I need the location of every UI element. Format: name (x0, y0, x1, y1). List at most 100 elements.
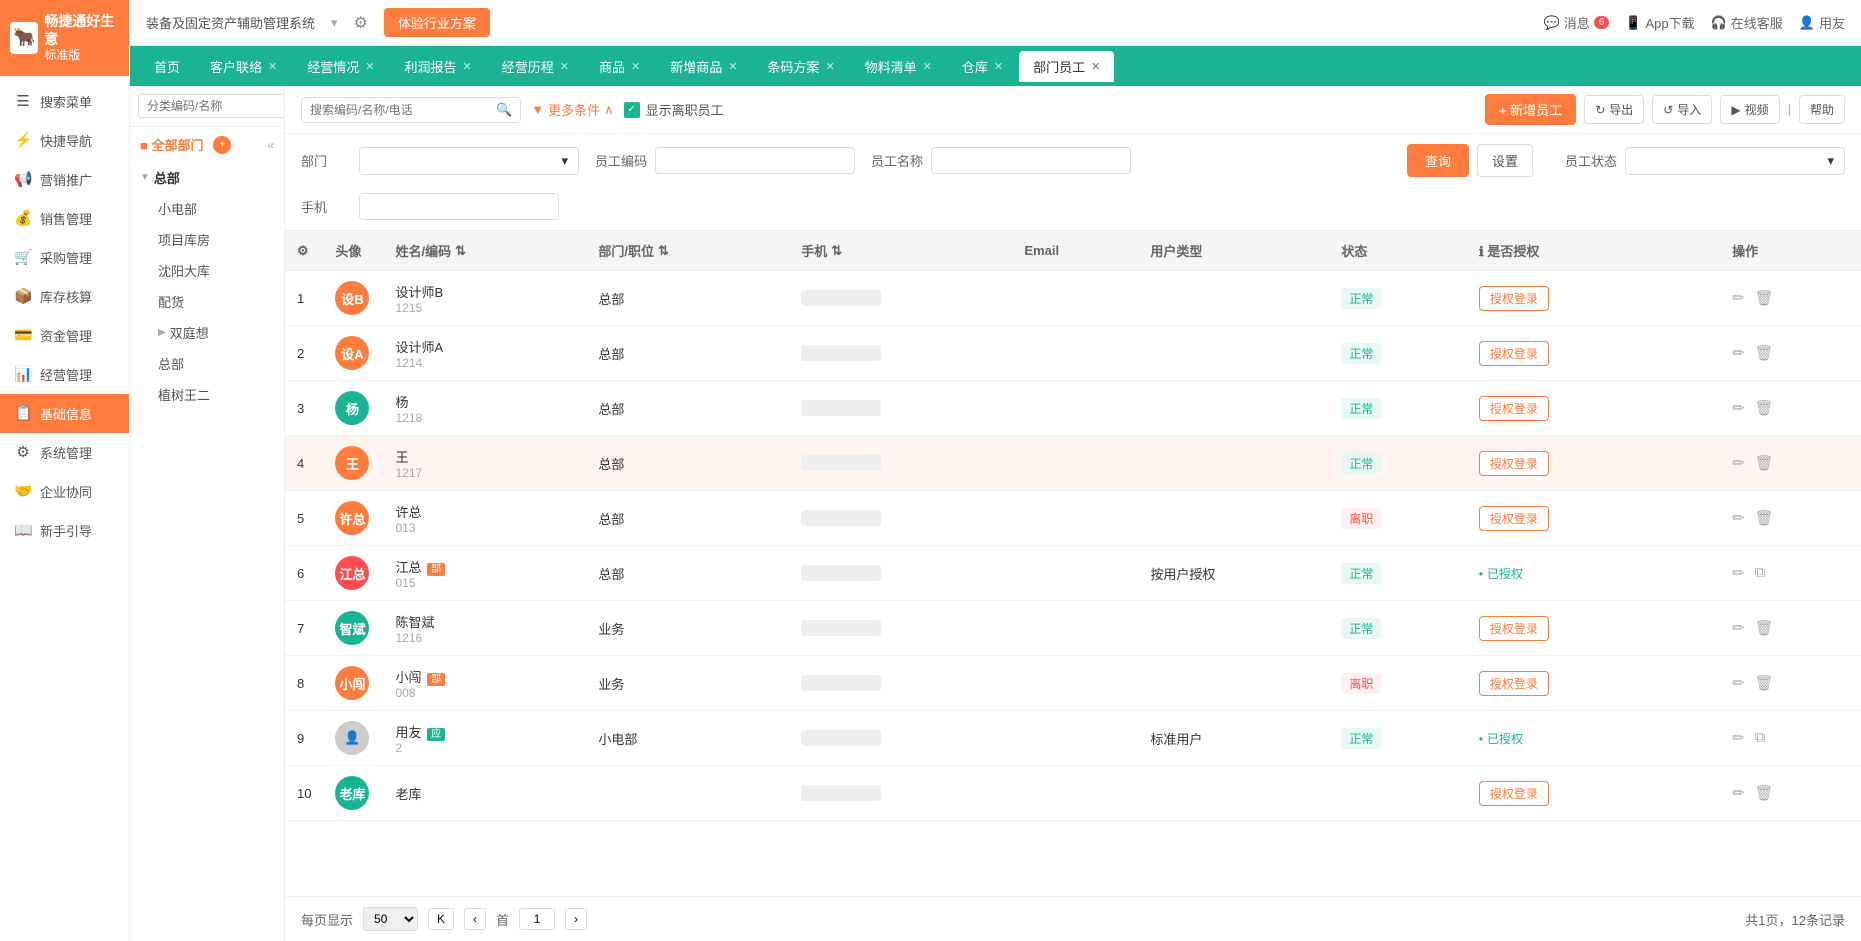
tab-close-icon[interactable]: ✕ (560, 60, 569, 73)
per-page-select[interactable]: 50 100 200 (363, 907, 418, 931)
sidebar-item-marketing[interactable]: 📢 营销推广 (0, 160, 129, 199)
th-dept-position[interactable]: 部门/职位 ⇅ (586, 231, 789, 271)
message-button[interactable]: 💬 消息 6 (1544, 13, 1610, 32)
tab-close-icon[interactable]: ✕ (463, 60, 472, 73)
edit-icon[interactable]: ✏ (1732, 454, 1745, 472)
import-button[interactable]: ↺ 导入 (1652, 95, 1712, 124)
sidebar-item-basic-info[interactable]: 📋 基础信息 (0, 394, 129, 433)
edit-icon[interactable]: ✏ (1732, 509, 1745, 527)
dept-select[interactable]: ▾ (359, 147, 579, 175)
tab-profit[interactable]: 利润报告✕ (390, 51, 485, 82)
delete-icon[interactable]: 🗑 (1755, 454, 1774, 472)
tree-node-shenyang[interactable]: 沈阳大库 (130, 255, 284, 286)
tree-node-zongbu-group[interactable]: ▼ 总部 (130, 162, 284, 193)
page-number-input[interactable] (519, 908, 555, 930)
tree-node-xiaodianbu[interactable]: 小电部 (130, 193, 284, 224)
emp-name-input[interactable] (931, 147, 1131, 174)
sidebar-item-guide[interactable]: 📖 新手引导 (0, 511, 129, 550)
copy-icon[interactable]: ⧉ (1755, 729, 1766, 747)
edit-icon[interactable]: ✏ (1732, 564, 1745, 582)
edit-icon[interactable]: ✏ (1732, 674, 1745, 692)
tab-close-icon[interactable]: ✕ (994, 60, 1003, 73)
tree-node-shuangtingxiang[interactable]: ▶ 双庭想 (130, 317, 284, 348)
sidebar-item-operations[interactable]: 📊 经营管理 (0, 355, 129, 394)
user-avatar[interactable]: 👤 用友 (1799, 13, 1845, 32)
edit-icon[interactable]: ✏ (1732, 289, 1745, 307)
auth-button[interactable]: 授权登录 (1479, 286, 1549, 311)
delete-icon[interactable]: 🗑 (1755, 399, 1774, 417)
copy-icon[interactable]: ⧉ (1755, 564, 1766, 582)
tab-barcode[interactable]: 条码方案✕ (753, 51, 848, 82)
online-service-button[interactable]: 🎧 在线客服 (1711, 13, 1783, 32)
add-employee-button[interactable]: + 新增员工 (1485, 94, 1576, 125)
tab-close-icon[interactable]: ✕ (365, 60, 374, 73)
phone-input[interactable] (359, 193, 559, 220)
tree-search-input[interactable] (138, 94, 285, 118)
delete-icon[interactable]: 🗑 (1755, 619, 1774, 637)
more-conditions-button[interactable]: ▼ 更多条件 ∧ (531, 100, 613, 119)
auth-button[interactable]: 授权登录 (1479, 671, 1549, 696)
app-download-button[interactable]: 📱 App下载 (1625, 13, 1694, 32)
reset-button[interactable]: 设置 (1477, 144, 1533, 177)
tab-close-icon[interactable]: ✕ (923, 60, 932, 73)
tab-close-icon[interactable]: ✕ (825, 60, 834, 73)
sidebar-item-finance[interactable]: 💳 资金管理 (0, 316, 129, 355)
sidebar-item-system[interactable]: ⚙ 系统管理 (0, 433, 129, 472)
tab-operations[interactable]: 经营情况✕ (293, 51, 388, 82)
emp-status-select[interactable]: ▾ (1625, 147, 1845, 175)
tab-close-icon[interactable]: ✕ (728, 60, 737, 73)
help-button[interactable]: 帮助 (1799, 95, 1845, 124)
settings-icon[interactable]: ⚙ (297, 243, 309, 258)
tab-bom[interactable]: 物料清单✕ (851, 51, 946, 82)
sidebar-item-search[interactable]: ☰ 搜索菜单 (0, 82, 129, 121)
delete-icon[interactable]: 🗑 (1755, 344, 1774, 362)
search-button[interactable]: 查询 (1407, 144, 1469, 177)
tree-collapse-icon[interactable]: « (267, 138, 274, 152)
edit-icon[interactable]: ✏ (1732, 399, 1745, 417)
tab-customer[interactable]: 客户联络✕ (196, 51, 291, 82)
view-button[interactable]: ▶ 视频 (1720, 95, 1779, 124)
delete-icon[interactable]: 🗑 (1755, 509, 1774, 527)
tree-add-icon[interactable]: + (213, 136, 231, 154)
auth-button[interactable]: 授权登录 (1479, 506, 1549, 531)
tree-node-project[interactable]: 项目库房 (130, 224, 284, 255)
tree-node-peihuo[interactable]: 配货 (130, 286, 284, 317)
sidebar-item-purchase[interactable]: 🛒 采购管理 (0, 238, 129, 277)
tab-close-icon[interactable]: ✕ (1091, 60, 1100, 73)
sidebar-item-quicknav[interactable]: ⚡ 快捷导航 (0, 121, 129, 160)
tab-close-icon[interactable]: ✕ (268, 60, 277, 73)
tab-close-icon[interactable]: ✕ (631, 60, 640, 73)
tab-new-product[interactable]: 新增商品✕ (656, 51, 751, 82)
trial-button[interactable]: 体验行业方案 (384, 8, 490, 37)
tab-products[interactable]: 商品✕ (585, 51, 654, 82)
delete-icon[interactable]: 🗑 (1755, 289, 1774, 307)
auth-button[interactable]: 授权登录 (1479, 781, 1549, 806)
search-icon[interactable]: 🔍 (496, 102, 512, 118)
edit-icon[interactable]: ✏ (1732, 619, 1745, 637)
export-button[interactable]: ↻ 导出 (1584, 95, 1644, 124)
sidebar-item-sales[interactable]: 💰 销售管理 (0, 199, 129, 238)
show-resigned-check[interactable]: ✓ 显示离职员工 (624, 100, 724, 119)
auth-button[interactable]: 授权登录 (1479, 616, 1549, 641)
edit-icon[interactable]: ✏ (1732, 344, 1745, 362)
first-page-button[interactable]: K (428, 908, 454, 930)
auth-button[interactable]: 授权登录 (1479, 451, 1549, 476)
tab-employees[interactable]: 部门员工✕ (1019, 51, 1114, 82)
auth-button[interactable]: 授权登录 (1479, 341, 1549, 366)
edit-icon[interactable]: ✏ (1732, 784, 1745, 802)
th-name-code[interactable]: 姓名/编码 ⇅ (383, 231, 586, 271)
settings-gear-icon[interactable]: ⚙ (354, 13, 368, 33)
emp-code-input[interactable] (655, 147, 855, 174)
sidebar-item-collab[interactable]: 🤝 企业协同 (0, 472, 129, 511)
tree-header[interactable]: ■ 全部部门 + « (130, 127, 284, 162)
next-page-button[interactable]: › (565, 908, 587, 930)
delete-icon[interactable]: 🗑 (1755, 674, 1774, 692)
sidebar-item-inventory[interactable]: 📦 库存核算 (0, 277, 129, 316)
tab-history[interactable]: 经营历程✕ (488, 51, 583, 82)
tree-node-zongbu[interactable]: 总部 (130, 348, 284, 379)
search-input[interactable] (310, 103, 490, 117)
th-phone[interactable]: 手机 ⇅ (789, 231, 1012, 271)
tab-home[interactable]: 首页 (140, 51, 194, 82)
prev-page-button[interactable]: ‹ (464, 908, 486, 930)
tree-node-zhishu[interactable]: 植树王二 (130, 379, 284, 410)
